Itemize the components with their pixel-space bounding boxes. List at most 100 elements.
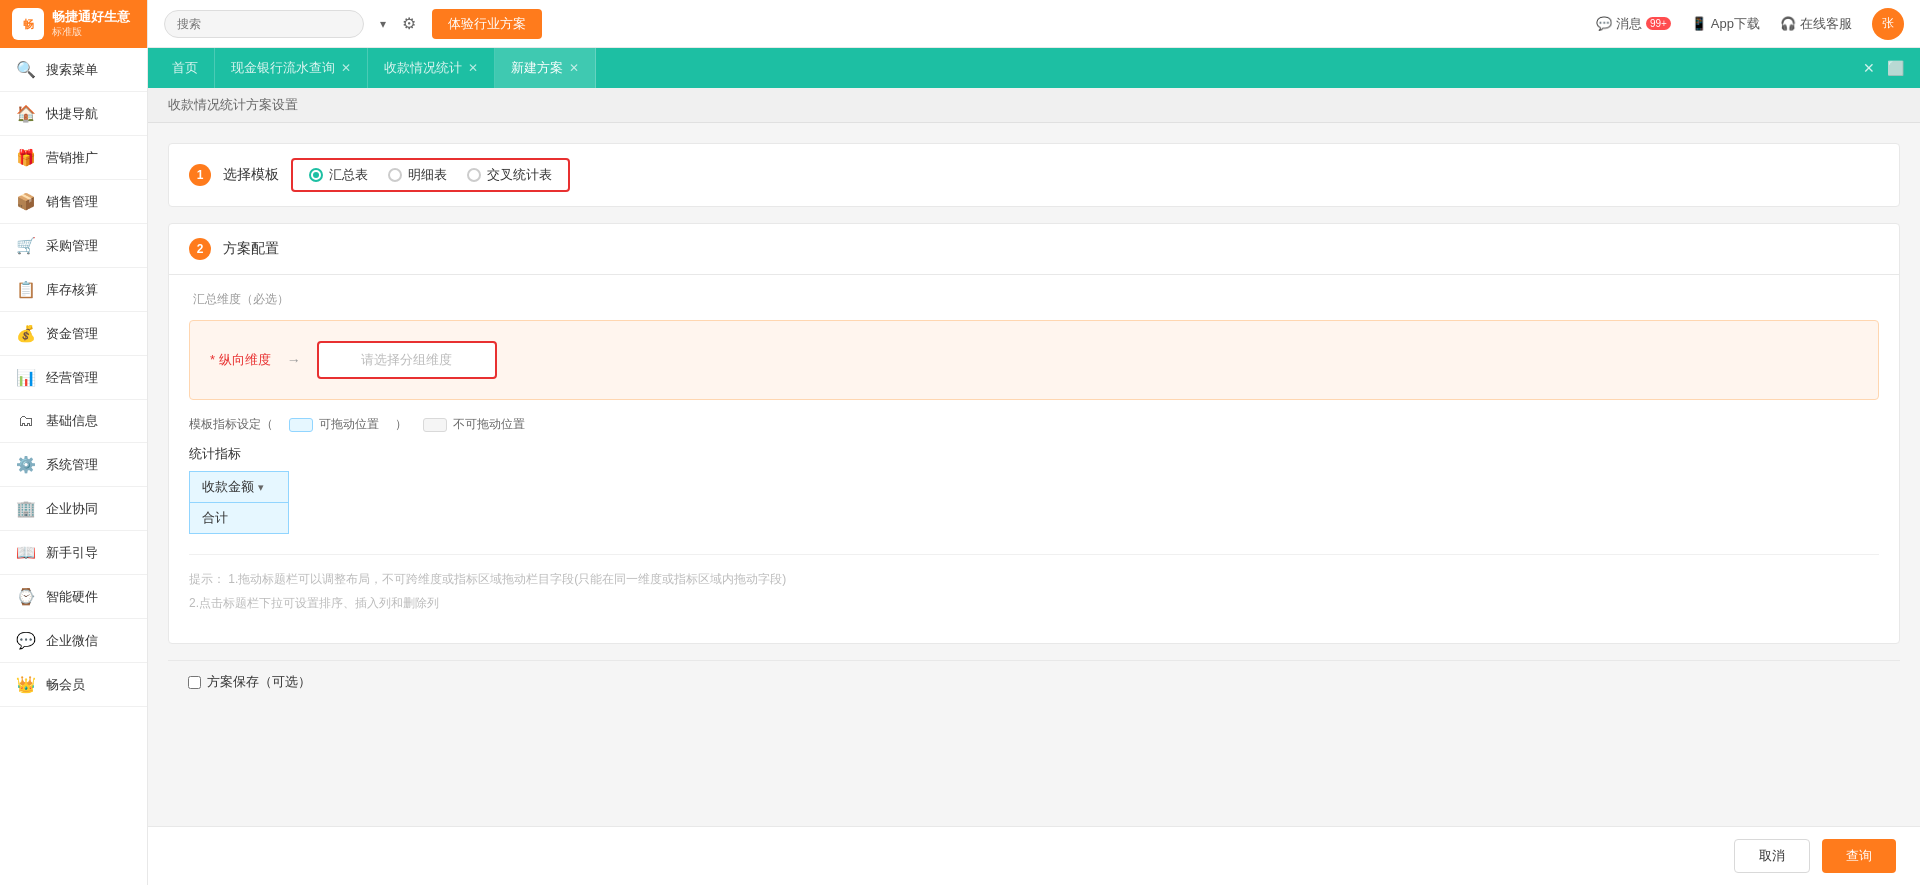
- metrics-section: 模板指标设定（ 可拖动位置 ） 不可拖动位置 统计指标: [189, 416, 1879, 627]
- save-checkbox-label[interactable]: 方案保存（可选）: [188, 673, 311, 691]
- sidebar-item-system[interactable]: ⚙️ 系统管理: [0, 443, 147, 487]
- metric-amount-label: 收款金额: [202, 478, 254, 496]
- legend-separator: ）: [395, 416, 407, 433]
- sidebar-item-enterprise[interactable]: 🏢 企业协同: [0, 487, 147, 531]
- step2-header: 2 方案配置: [169, 224, 1899, 275]
- notification-icon: 💬: [1596, 16, 1612, 31]
- step1-title: 选择模板: [223, 166, 279, 184]
- sidebar-item-search[interactable]: 🔍 搜索菜单: [0, 48, 147, 92]
- notification-item[interactable]: 💬 消息 99+: [1596, 15, 1671, 33]
- sidebar-logo: 畅 畅捷通好生意 标准版: [0, 0, 147, 48]
- user-avatar[interactable]: 张: [1872, 8, 1904, 40]
- sidebar-item-quicknav[interactable]: 🏠 快捷导航: [0, 92, 147, 136]
- template-option-detail[interactable]: 明细表: [388, 166, 447, 184]
- enterprise-icon: 🏢: [16, 499, 36, 518]
- tab-receipt-stat[interactable]: 收款情况统计 ✕: [368, 48, 495, 88]
- template-options-box: 汇总表 明细表 交叉统计表: [291, 158, 570, 192]
- logo-title: 畅捷通好生意: [52, 9, 130, 25]
- main-area: ▾ ⚙ 体验行业方案 💬 消息 99+ 📱 App下载 🎧 在线客服 张: [148, 0, 1920, 885]
- radio-summary[interactable]: [309, 168, 323, 182]
- template-summary-label: 汇总表: [329, 166, 368, 184]
- online-service-item[interactable]: 🎧 在线客服: [1780, 15, 1852, 33]
- guide-icon: 📖: [16, 543, 36, 562]
- settings-icon[interactable]: ⚙: [402, 14, 416, 33]
- sidebar-item-marketing[interactable]: 🎁 营销推广: [0, 136, 147, 180]
- system-icon: ⚙️: [16, 455, 36, 474]
- metric-amount-subtotal: 合计: [189, 503, 289, 534]
- tab-new-plan[interactable]: 新建方案 ✕: [495, 48, 596, 88]
- sidebar-item-label: 资金管理: [46, 325, 98, 343]
- sidebar-item-label: 企业微信: [46, 632, 98, 650]
- operation-icon: 📊: [16, 368, 36, 387]
- sidebar-item-label: 采购管理: [46, 237, 98, 255]
- metric-card-amount[interactable]: 收款金额 ▾ 合计: [189, 471, 289, 534]
- sidebar: 畅 畅捷通好生意 标准版 🔍 搜索菜单 🏠 快捷导航 🎁 营销推广 📦 销售管理…: [0, 0, 148, 885]
- download-icon: 📱: [1691, 16, 1707, 31]
- tips-area: 提示： 1.拖动标题栏可以调整布局，不可跨维度或指标区域拖动栏目字段(只能在同一…: [189, 554, 1879, 627]
- template-option-cross[interactable]: 交叉统计表: [467, 166, 552, 184]
- wechat-icon: 💬: [16, 631, 36, 650]
- notification-badge: 99+: [1646, 17, 1671, 30]
- sidebar-item-label: 智能硬件: [46, 588, 98, 606]
- app-download-item[interactable]: 📱 App下载: [1691, 15, 1760, 33]
- dimension-row: * 纵向维度 → 请选择分组维度: [210, 341, 497, 379]
- sidebar-item-label: 销售管理: [46, 193, 98, 211]
- avatar-text: 张: [1882, 15, 1894, 32]
- cancel-button[interactable]: 取消: [1734, 839, 1810, 873]
- legend-draggable: 可拖动位置: [289, 416, 379, 433]
- content-area: 收款情况统计方案设置 1 选择模板 汇总表: [148, 88, 1920, 826]
- sidebar-item-wechat[interactable]: 💬 企业微信: [0, 619, 147, 663]
- home-icon: 🏠: [16, 104, 36, 123]
- query-button[interactable]: 查询: [1822, 839, 1896, 873]
- legend-fixed: 不可拖动位置: [423, 416, 525, 433]
- template-option-summary[interactable]: 汇总表: [309, 166, 368, 184]
- tab-new-plan-close[interactable]: ✕: [569, 61, 579, 75]
- maximize-window-icon[interactable]: ⬜: [1887, 60, 1904, 76]
- sidebar-item-purchase[interactable]: 🛒 采购管理: [0, 224, 147, 268]
- sidebar-item-label: 企业协同: [46, 500, 98, 518]
- metric-amount-dropdown[interactable]: ▾: [258, 481, 264, 494]
- sidebar-item-basicinfo[interactable]: 🗂 基础信息: [0, 400, 147, 443]
- sidebar-item-finance[interactable]: 💰 资金管理: [0, 312, 147, 356]
- save-label: 方案保存（可选）: [207, 673, 311, 691]
- sidebar-item-operation[interactable]: 📊 经营管理: [0, 356, 147, 400]
- topbar-dropdown-icon[interactable]: ▾: [380, 17, 386, 31]
- sidebar-item-sales[interactable]: 📦 销售管理: [0, 180, 147, 224]
- sidebar-item-inventory[interactable]: 📋 库存核算: [0, 268, 147, 312]
- draggable-indicator: [289, 418, 313, 432]
- step2-title: 方案配置: [223, 240, 279, 258]
- tab-bank-flow-label: 现金银行流水查询: [231, 59, 335, 77]
- breadcrumb-text: 收款情况统计方案设置: [168, 97, 298, 112]
- draggable-label: 可拖动位置: [319, 416, 379, 433]
- sidebar-item-guide[interactable]: 📖 新手引导: [0, 531, 147, 575]
- topbar: ▾ ⚙ 体验行业方案 💬 消息 99+ 📱 App下载 🎧 在线客服 张: [148, 0, 1920, 48]
- sidebar-item-label: 畅会员: [46, 676, 85, 694]
- dimension-select[interactable]: 请选择分组维度: [317, 341, 497, 379]
- dimension-arrow: →: [287, 352, 301, 368]
- tab-bank-flow[interactable]: 现金银行流水查询 ✕: [215, 48, 368, 88]
- tab-home[interactable]: 首页: [156, 48, 215, 88]
- close-window-icon[interactable]: ✕: [1863, 60, 1875, 76]
- fixed-indicator: [423, 418, 447, 432]
- smarthw-icon: ⌚: [16, 587, 36, 606]
- industry-solution-button[interactable]: 体验行业方案: [432, 9, 542, 39]
- template-detail-label: 明细表: [408, 166, 447, 184]
- tab-bank-flow-close[interactable]: ✕: [341, 61, 351, 75]
- metric-amount-header[interactable]: 收款金额 ▾: [189, 471, 289, 503]
- dimension-placeholder: 请选择分组维度: [361, 351, 452, 369]
- save-checkbox[interactable]: [188, 676, 201, 689]
- sidebar-item-member[interactable]: 👑 畅会员: [0, 663, 147, 707]
- sidebar-item-smarthw[interactable]: ⌚ 智能硬件: [0, 575, 147, 619]
- sidebar-item-label: 搜索菜单: [46, 61, 98, 79]
- topbar-right: 💬 消息 99+ 📱 App下载 🎧 在线客服 张: [1596, 8, 1904, 40]
- radio-cross[interactable]: [467, 168, 481, 182]
- step2-badge: 2: [189, 238, 211, 260]
- basicinfo-icon: 🗂: [16, 412, 36, 430]
- radio-detail[interactable]: [388, 168, 402, 182]
- metric-subtotal-label: 合计: [202, 510, 228, 525]
- tab-bar: 首页 现金银行流水查询 ✕ 收款情况统计 ✕ 新建方案 ✕ ✕ ⬜: [148, 48, 1920, 88]
- dimension-area: * 纵向维度 → 请选择分组维度: [189, 320, 1879, 400]
- tab-receipt-stat-close[interactable]: ✕: [468, 61, 478, 75]
- search-input[interactable]: [164, 10, 364, 38]
- sales-icon: 📦: [16, 192, 36, 211]
